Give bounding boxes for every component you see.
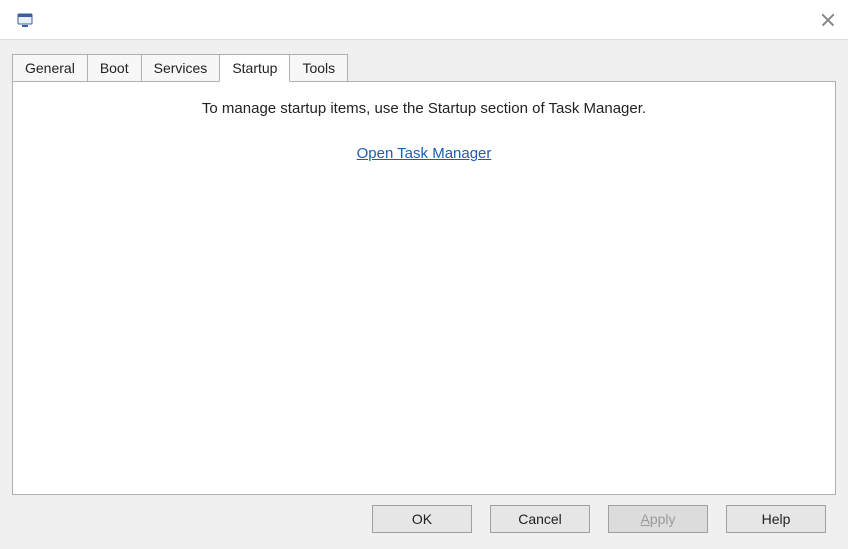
apply-button: Apply [608,505,708,533]
button-label: Cancel [518,511,562,527]
startup-message: To manage startup items, use the Startup… [202,100,646,117]
tab-label: Startup [232,60,277,76]
tab-startup[interactable]: Startup [219,54,290,82]
button-label: OK [412,511,432,527]
tab-label: Boot [100,60,129,76]
button-label: Help [762,511,791,527]
tab-services[interactable]: Services [141,54,221,81]
dialog-button-row: OK Cancel Apply Help [12,495,836,541]
dialog-body: General Boot Services Startup Tools To m… [0,40,848,549]
ok-button[interactable]: OK [372,505,472,533]
tab-general[interactable]: General [12,54,88,81]
tab-boot[interactable]: Boot [87,54,142,81]
cancel-button[interactable]: Cancel [490,505,590,533]
close-icon[interactable] [820,12,836,28]
open-task-manager-link[interactable]: Open Task Manager [357,145,492,162]
help-button[interactable]: Help [726,505,826,533]
titlebar [0,0,848,40]
tab-tools[interactable]: Tools [289,54,348,81]
tab-strip: General Boot Services Startup Tools [12,54,836,81]
msconfig-icon [16,10,36,30]
msconfig-window: General Boot Services Startup Tools To m… [0,0,848,549]
tab-label: Services [154,60,208,76]
tab-label: Tools [302,60,335,76]
tab-label: General [25,60,75,76]
button-label: Apply [640,511,675,527]
startup-panel: To manage startup items, use the Startup… [12,81,836,495]
